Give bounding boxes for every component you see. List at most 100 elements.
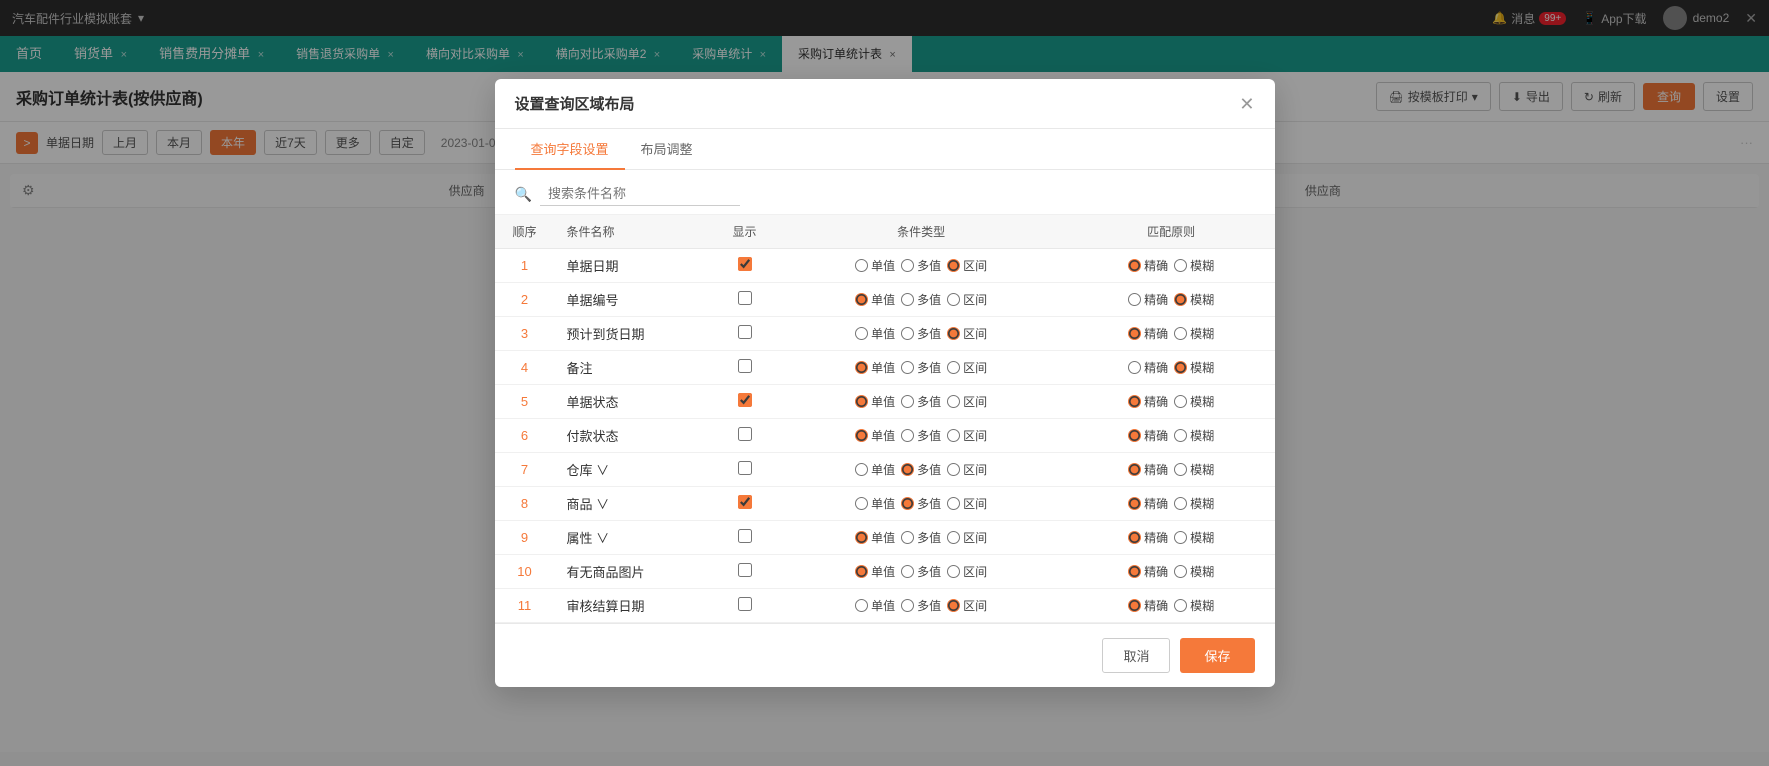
cell-display[interactable] [715,385,775,419]
display-checkbox[interactable] [738,495,752,509]
type-range-radio[interactable] [947,361,960,374]
match-exact-radio[interactable] [1128,565,1141,578]
type-range-radio[interactable] [947,429,960,442]
match-exact-radio[interactable] [1128,463,1141,476]
type-multi-radio[interactable] [901,463,914,476]
match-fuzzy-label[interactable]: 模糊 [1174,291,1214,308]
type-range-label[interactable]: 区间 [947,495,987,512]
type-single-label[interactable]: 单值 [855,325,895,342]
match-fuzzy-radio[interactable] [1174,327,1187,340]
type-single-label[interactable]: 单值 [855,597,895,614]
cell-display[interactable] [715,249,775,283]
dialog-close-button[interactable]: ✕ [1239,95,1254,113]
type-range-label[interactable]: 区间 [947,529,987,546]
type-multi-radio[interactable] [901,565,914,578]
type-multi-label[interactable]: 多值 [901,393,941,410]
match-fuzzy-label[interactable]: 模糊 [1174,359,1214,376]
display-checkbox[interactable] [738,291,752,305]
type-single-label[interactable]: 单值 [855,529,895,546]
match-fuzzy-label[interactable]: 模糊 [1174,563,1214,580]
display-checkbox[interactable] [738,393,752,407]
match-exact-radio[interactable] [1128,293,1141,306]
match-exact-label[interactable]: 精确 [1128,597,1168,614]
type-multi-label[interactable]: 多值 [901,529,941,546]
match-fuzzy-radio[interactable] [1174,565,1187,578]
type-range-radio[interactable] [947,395,960,408]
type-range-label[interactable]: 区间 [947,597,987,614]
match-exact-label[interactable]: 精确 [1128,563,1168,580]
type-multi-radio[interactable] [901,429,914,442]
type-single-radio[interactable] [855,497,868,510]
match-fuzzy-radio[interactable] [1174,293,1187,306]
cell-display[interactable] [715,317,775,351]
match-exact-label[interactable]: 精确 [1128,495,1168,512]
match-exact-radio[interactable] [1128,429,1141,442]
cell-display[interactable] [715,419,775,453]
match-exact-label[interactable]: 精确 [1128,461,1168,478]
type-single-radio[interactable] [855,361,868,374]
type-single-label[interactable]: 单值 [855,257,895,274]
cell-display[interactable] [715,487,775,521]
match-fuzzy-radio[interactable] [1174,259,1187,272]
type-multi-radio[interactable] [901,531,914,544]
type-single-radio[interactable] [855,293,868,306]
type-multi-label[interactable]: 多值 [901,563,941,580]
type-multi-label[interactable]: 多值 [901,597,941,614]
type-single-label[interactable]: 单值 [855,461,895,478]
type-multi-label[interactable]: 多值 [901,291,941,308]
match-exact-label[interactable]: 精确 [1128,325,1168,342]
type-multi-label[interactable]: 多值 [901,325,941,342]
match-fuzzy-radio[interactable] [1174,531,1187,544]
type-single-radio[interactable] [855,599,868,612]
display-checkbox[interactable] [738,529,752,543]
type-range-label[interactable]: 区间 [947,563,987,580]
search-input[interactable] [540,182,740,206]
match-fuzzy-label[interactable]: 模糊 [1174,597,1214,614]
display-checkbox[interactable] [738,563,752,577]
match-exact-label[interactable]: 精确 [1128,393,1168,410]
type-range-radio[interactable] [947,497,960,510]
type-multi-label[interactable]: 多值 [901,495,941,512]
cell-display[interactable] [715,351,775,385]
type-range-radio[interactable] [947,463,960,476]
display-checkbox[interactable] [738,359,752,373]
type-range-label[interactable]: 区间 [947,291,987,308]
type-single-label[interactable]: 单值 [855,359,895,376]
dialog-tab-layout[interactable]: 布局调整 [625,129,709,170]
match-fuzzy-radio[interactable] [1174,395,1187,408]
type-single-label[interactable]: 单值 [855,291,895,308]
type-single-radio[interactable] [855,259,868,272]
match-fuzzy-label[interactable]: 模糊 [1174,427,1214,444]
match-fuzzy-label[interactable]: 模糊 [1174,495,1214,512]
match-fuzzy-label[interactable]: 模糊 [1174,325,1214,342]
match-exact-radio[interactable] [1128,327,1141,340]
type-single-label[interactable]: 单值 [855,393,895,410]
type-multi-radio[interactable] [901,293,914,306]
match-fuzzy-label[interactable]: 模糊 [1174,393,1214,410]
type-multi-label[interactable]: 多值 [901,427,941,444]
type-range-label[interactable]: 区间 [947,427,987,444]
match-fuzzy-label[interactable]: 模糊 [1174,257,1214,274]
match-fuzzy-label[interactable]: 模糊 [1174,461,1214,478]
match-exact-label[interactable]: 精确 [1128,257,1168,274]
type-range-radio[interactable] [947,293,960,306]
type-range-radio[interactable] [947,327,960,340]
match-fuzzy-radio[interactable] [1174,497,1187,510]
type-range-radio[interactable] [947,259,960,272]
type-range-label[interactable]: 区间 [947,461,987,478]
match-fuzzy-radio[interactable] [1174,429,1187,442]
display-checkbox[interactable] [738,597,752,611]
type-single-label[interactable]: 单值 [855,427,895,444]
match-fuzzy-radio[interactable] [1174,599,1187,612]
type-range-label[interactable]: 区间 [947,359,987,376]
type-multi-radio[interactable] [901,497,914,510]
match-exact-label[interactable]: 精确 [1128,291,1168,308]
display-checkbox[interactable] [738,427,752,441]
match-fuzzy-radio[interactable] [1174,463,1187,476]
cell-display[interactable] [715,589,775,623]
cell-display[interactable] [715,453,775,487]
type-range-radio[interactable] [947,599,960,612]
cell-display[interactable] [715,521,775,555]
type-single-radio[interactable] [855,565,868,578]
match-exact-radio[interactable] [1128,361,1141,374]
